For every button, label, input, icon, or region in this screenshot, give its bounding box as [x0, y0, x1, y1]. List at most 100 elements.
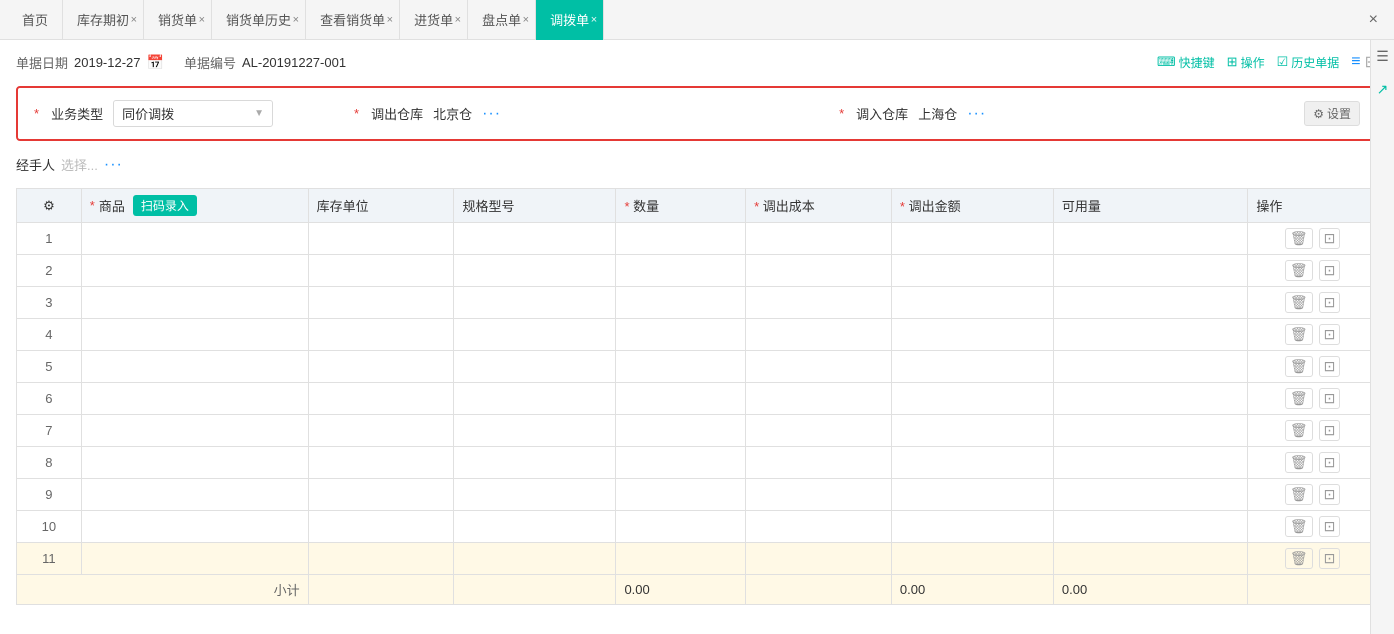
handler-placeholder[interactable]: 选择... — [61, 155, 98, 174]
subtotal-cost: 0.00 — [891, 575, 1053, 605]
delete-row-7[interactable]: 🗑 — [1285, 420, 1313, 441]
subtotal-qty: 0.00 — [616, 575, 746, 605]
copy-row-1[interactable]: ⊡ — [1319, 228, 1341, 249]
tab-sales-history[interactable]: 销货单历史 × — [212, 0, 306, 40]
copy-row-7[interactable]: ⊡ — [1319, 420, 1341, 441]
date-field: 单据日期 2019-12-27 📅 — [16, 53, 164, 72]
delete-row-2[interactable]: 🗑 — [1285, 260, 1313, 281]
panel-external-icon[interactable]: ↗ — [1377, 81, 1389, 98]
delete-row-11[interactable]: 🗑 — [1285, 548, 1313, 569]
table-row: 10🗑⊡ — [17, 511, 1378, 543]
action-column-header: 操作 — [1248, 189, 1378, 223]
product-column-header: * 商品 扫码录入 — [81, 189, 308, 223]
history-action[interactable]: ☑ 历史单据 — [1277, 54, 1340, 71]
business-type-label: 业务类型 — [51, 104, 103, 123]
number-field: 单据编号 AL-20191227-001 — [184, 53, 346, 72]
shortcuts-action[interactable]: ⌨ 快捷键 — [1157, 54, 1215, 71]
header-row: 单据日期 2019-12-27 📅 单据编号 AL-20191227-001 ⌨… — [16, 52, 1378, 72]
operations-icon: ⊞ — [1227, 54, 1238, 70]
handler-row: 经手人 选择... ··· — [16, 155, 1378, 174]
spec-column-header: 规格型号 — [454, 189, 616, 223]
table-row: 2🗑⊡ — [17, 255, 1378, 287]
business-type-arrow: ▼ — [254, 108, 264, 119]
close-tab-transfer[interactable]: × — [589, 12, 599, 28]
shortcuts-icon: ⌨ — [1157, 54, 1176, 70]
close-tab-inventory-init[interactable]: × — [129, 12, 139, 28]
transfer-in-more[interactable]: ··· — [967, 105, 986, 123]
close-tab-sales-history[interactable]: × — [291, 12, 301, 28]
table-container: ⚙ * 商品 扫码录入 库存单位 规格型号 — [16, 188, 1378, 605]
transfer-in-label: 调入仓库 — [856, 104, 908, 123]
amount-column-header: * 调出金额 — [891, 189, 1053, 223]
close-tab-view-sales[interactable]: × — [385, 12, 395, 28]
subtotal-amount: 0.00 — [1053, 575, 1247, 605]
table-row: 5🗑⊡ — [17, 351, 1378, 383]
copy-row-11[interactable]: ⊡ — [1319, 548, 1341, 569]
copy-row-8[interactable]: ⊡ — [1319, 452, 1341, 473]
table-row: 7🗑⊡ — [17, 415, 1378, 447]
tab-bar: 首页 库存期初 × 销货单 × 销货单历史 × 查看销货单 × 进货单 × 盘点… — [0, 0, 1394, 40]
delete-row-6[interactable]: 🗑 — [1285, 388, 1313, 409]
business-type-value: 同价调拨 — [122, 104, 250, 123]
copy-row-2[interactable]: ⊡ — [1319, 260, 1341, 281]
copy-row-10[interactable]: ⊡ — [1319, 516, 1341, 537]
tab-inventory-init[interactable]: 库存期初 × — [63, 0, 144, 40]
delete-row-4[interactable]: 🗑 — [1285, 324, 1313, 345]
header-actions: ⌨ 快捷键 ⊞ 操作 ☑ 历史单据 ≡ ⊟ — [1157, 52, 1378, 72]
transfer-out-more[interactable]: ··· — [482, 105, 501, 123]
copy-row-9[interactable]: ⊡ — [1319, 484, 1341, 505]
settings-button[interactable]: ⚙ 设置 — [1304, 101, 1360, 126]
copy-row-6[interactable]: ⊡ — [1319, 388, 1341, 409]
scan-entry-button[interactable]: 扫码录入 — [133, 195, 197, 216]
date-value: 2019-12-27 — [74, 55, 141, 70]
delete-row-1[interactable]: 🗑 — [1285, 228, 1313, 249]
transfer-out-value: 北京仓 — [433, 104, 472, 123]
tab-inventory-check[interactable]: 盘点单 × — [468, 0, 536, 40]
qty-column-header: * 数量 — [616, 189, 746, 223]
operations-action[interactable]: ⊞ 操作 — [1227, 54, 1265, 71]
copy-row-5[interactable]: ⊡ — [1319, 356, 1341, 377]
right-panel: ☰ ↗ — [1370, 40, 1394, 634]
delete-row-9[interactable]: 🗑 — [1285, 484, 1313, 505]
number-label: 单据编号 — [184, 53, 236, 72]
gear-column-header[interactable]: ⚙ — [17, 189, 82, 223]
transfer-in-field: * 调入仓库 上海仓 ··· — [819, 104, 1304, 123]
tab-view-sales[interactable]: 查看销货单 × — [306, 0, 400, 40]
table-row: 9🗑⊡ — [17, 479, 1378, 511]
transfer-out-field: * 调出仓库 北京仓 ··· — [334, 104, 819, 123]
close-tab-purchase-order[interactable]: × — [453, 12, 463, 28]
settings-gear-icon: ⚙ — [1313, 107, 1324, 121]
transfer-in-required: * — [839, 106, 844, 121]
business-type-select[interactable]: 同价调拨 ▼ — [113, 100, 273, 127]
calendar-icon[interactable]: 📅 — [147, 54, 164, 71]
table-row: 3🗑⊡ — [17, 287, 1378, 319]
delete-row-3[interactable]: 🗑 — [1285, 292, 1313, 313]
subtotal-label: 小计 — [17, 575, 309, 605]
delete-row-10[interactable]: 🗑 — [1285, 516, 1313, 537]
tab-home[interactable]: 首页 — [8, 0, 63, 40]
window-close-button[interactable]: × — [1361, 7, 1386, 33]
cost-column-header: * 调出成本 — [746, 189, 892, 223]
number-value: AL-20191227-001 — [242, 55, 346, 70]
history-icon: ☑ — [1277, 54, 1289, 70]
table-row: 6🗑⊡ — [17, 383, 1378, 415]
table-row: 8🗑⊡ — [17, 447, 1378, 479]
table-row: 1🗑⊡ — [17, 223, 1378, 255]
transfer-out-label: 调出仓库 — [371, 104, 423, 123]
main-content: 单据日期 2019-12-27 📅 单据编号 AL-20191227-001 ⌨… — [0, 40, 1394, 617]
tab-transfer[interactable]: 调拨单 × — [536, 0, 604, 40]
close-tab-sales-order[interactable]: × — [197, 12, 207, 28]
copy-row-4[interactable]: ⊡ — [1319, 324, 1341, 345]
close-tab-inventory-check[interactable]: × — [521, 12, 531, 28]
transfer-in-value: 上海仓 — [918, 104, 957, 123]
delete-row-8[interactable]: 🗑 — [1285, 452, 1313, 473]
table-row-last: 11 🗑⊡ — [17, 543, 1378, 575]
panel-list-icon[interactable]: ☰ — [1376, 48, 1389, 65]
tab-sales-order[interactable]: 销货单 × — [144, 0, 212, 40]
handler-more[interactable]: ··· — [104, 156, 123, 174]
copy-row-3[interactable]: ⊡ — [1319, 292, 1341, 313]
data-table: ⚙ * 商品 扫码录入 库存单位 规格型号 — [16, 188, 1378, 605]
layout-list-icon[interactable]: ≡ — [1351, 53, 1360, 71]
delete-row-5[interactable]: 🗑 — [1285, 356, 1313, 377]
tab-purchase-order[interactable]: 进货单 × — [400, 0, 468, 40]
